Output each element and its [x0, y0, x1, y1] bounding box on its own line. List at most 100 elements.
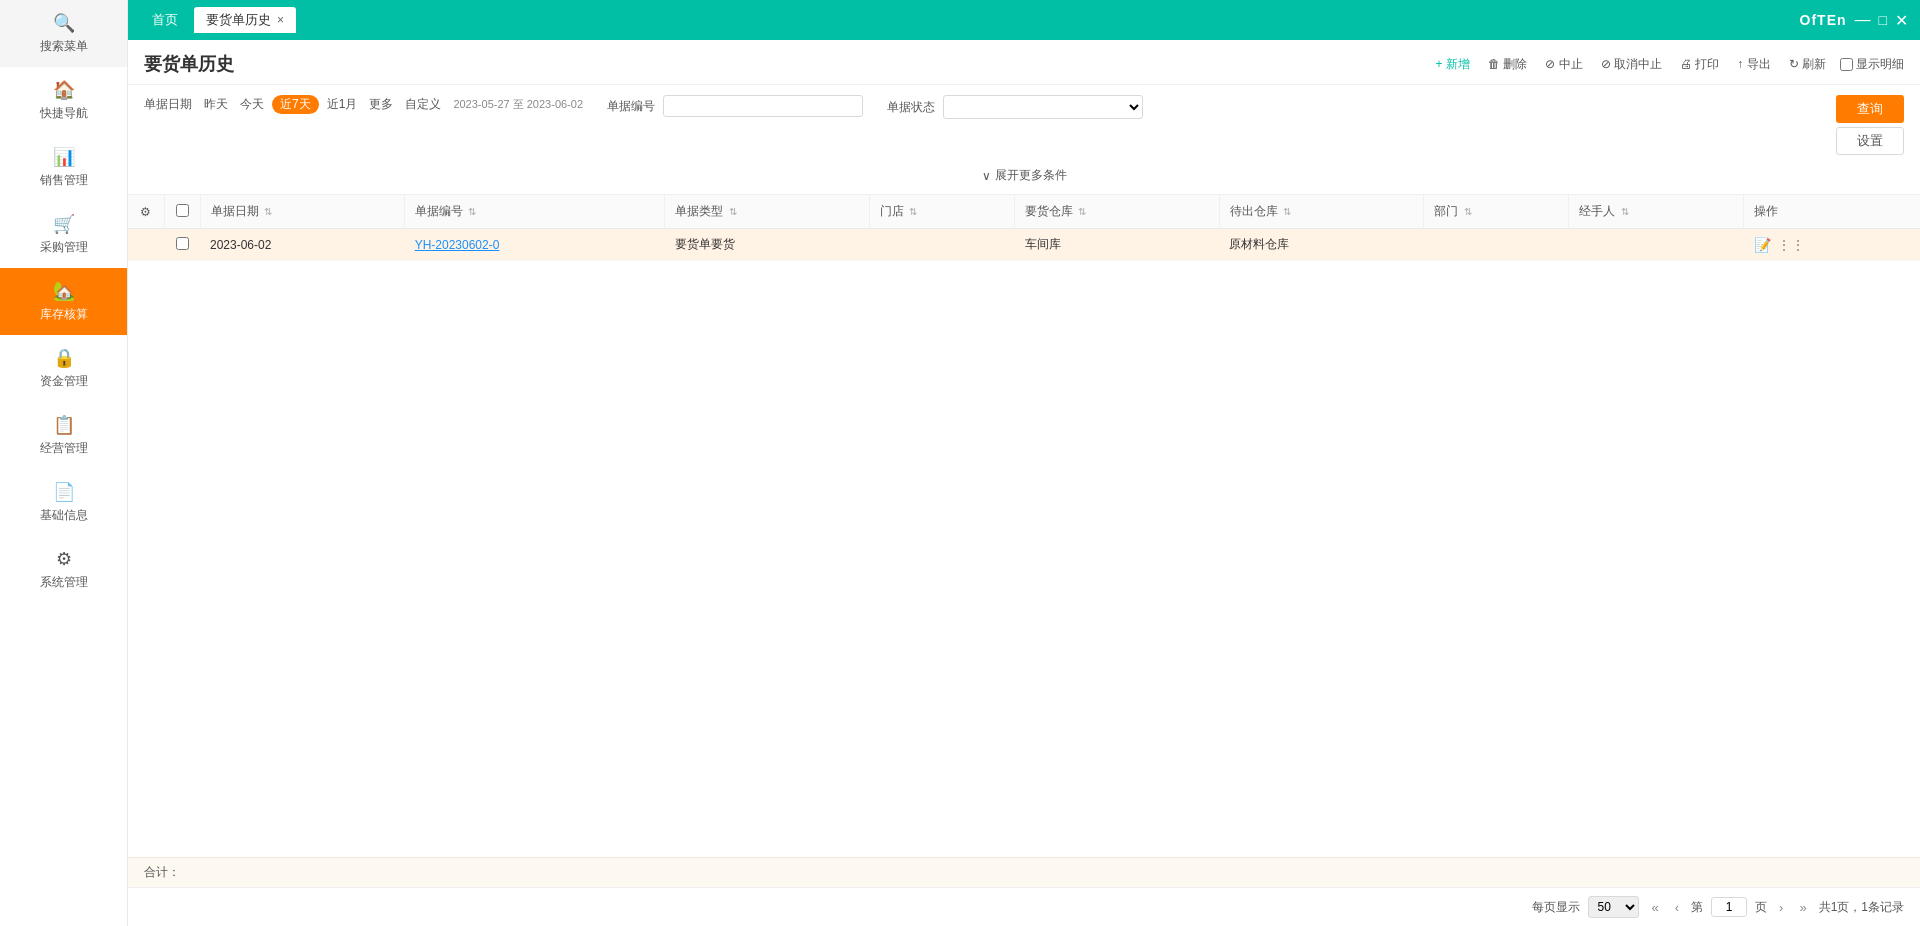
- next-page-button[interactable]: ›: [1775, 899, 1787, 916]
- doc-status-filter-group: 单据状态: [887, 95, 1143, 119]
- export-button[interactable]: ↑ 导出: [1733, 54, 1774, 75]
- row-date-cell: 2023-06-02: [200, 229, 405, 261]
- sidebar-item-sales[interactable]: 📊 销售管理: [0, 134, 127, 201]
- summary-label: 合计：: [144, 865, 180, 879]
- date-option-today[interactable]: 今天: [236, 95, 268, 114]
- sidebar: 🔍 搜索菜单 🏠 快捷导航 📊 销售管理 🛒 采购管理 🏡 库存核算 🔒 资金管…: [0, 0, 128, 926]
- sidebar-item-inventory[interactable]: 🏡 库存核算: [0, 268, 127, 335]
- row-department-cell: [1424, 229, 1569, 261]
- row-store-cell: [870, 229, 1015, 261]
- refresh-button[interactable]: ↻ 刷新: [1785, 54, 1830, 75]
- table-area: ⚙ 单据日期 ⇅ 单据编号 ⇅ 单据类型 ⇅: [128, 195, 1920, 857]
- col-settings-header[interactable]: ⚙: [128, 195, 164, 229]
- col-store-header[interactable]: 门店 ⇅: [870, 195, 1015, 229]
- last-page-button[interactable]: »: [1795, 899, 1810, 916]
- first-page-button[interactable]: «: [1647, 899, 1662, 916]
- display-detail-input[interactable]: [1840, 58, 1853, 71]
- doc-number-input[interactable]: [663, 95, 863, 117]
- table-body: 2023-06-02 YH-20230602-0 要货单要货 车间库 原材料仓库…: [128, 229, 1920, 261]
- col-docnum-header[interactable]: 单据编号 ⇅: [405, 195, 665, 229]
- sidebar-item-system[interactable]: ⚙ 系统管理: [0, 536, 127, 603]
- stop-button[interactable]: ⊘ 中止: [1541, 54, 1586, 75]
- row-checkbox[interactable]: [176, 237, 189, 250]
- sales-icon: 📊: [53, 146, 75, 168]
- page-number-input[interactable]: [1711, 897, 1747, 917]
- sidebar-item-label: 销售管理: [40, 172, 88, 189]
- col-req-warehouse-header[interactable]: 要货仓库 ⇅: [1015, 195, 1220, 229]
- window-close-icon[interactable]: ✕: [1895, 11, 1908, 30]
- sidebar-item-purchase[interactable]: 🛒 采购管理: [0, 201, 127, 268]
- sidebar-item-label: 资金管理: [40, 373, 88, 390]
- tab-close-icon[interactable]: ×: [277, 13, 284, 27]
- sidebar-item-quick-nav[interactable]: 🏠 快捷导航: [0, 67, 127, 134]
- cancel-stop-button[interactable]: ⊘ 取消中止: [1597, 54, 1666, 75]
- sidebar-item-label: 快捷导航: [40, 105, 88, 122]
- finance-icon: 🔒: [53, 347, 75, 369]
- sidebar-item-search-menu[interactable]: 🔍 搜索菜单: [0, 0, 127, 67]
- row-more-icon[interactable]: ⋮⋮: [1777, 237, 1805, 253]
- col-department-header[interactable]: 部门 ⇅: [1424, 195, 1569, 229]
- topbar-logo: OfTEn: [1800, 12, 1847, 28]
- col-doctype-header[interactable]: 单据类型 ⇅: [665, 195, 870, 229]
- print-button[interactable]: 🖨 打印: [1676, 54, 1723, 75]
- sidebar-item-label: 搜索菜单: [40, 38, 88, 55]
- sidebar-item-label: 基础信息: [40, 507, 88, 524]
- sidebar-item-basic-info[interactable]: 📄 基础信息: [0, 469, 127, 536]
- row-operation-cell: 📝 ⋮⋮: [1744, 229, 1920, 261]
- topbar: 首页 要货单历史 × OfTEn — □ ✕: [128, 0, 1920, 40]
- tab-home[interactable]: 首页: [140, 7, 190, 33]
- display-detail-checkbox[interactable]: 显示明细: [1840, 56, 1904, 73]
- tab-active[interactable]: 要货单历史 ×: [194, 7, 296, 33]
- per-page-select[interactable]: 50 10 20 100: [1588, 896, 1639, 918]
- filter-actions: 查询 设置: [1836, 95, 1904, 155]
- date-option-custom[interactable]: 自定义: [401, 95, 445, 114]
- col-date-header[interactable]: 单据日期 ⇅: [200, 195, 405, 229]
- tab-home-label: 首页: [152, 11, 178, 29]
- col-operation-header: 操作: [1744, 195, 1920, 229]
- date-option-1month[interactable]: 近1月: [323, 95, 362, 114]
- tab-active-label: 要货单历史: [206, 11, 271, 29]
- sort-pending-warehouse-icon: ⇅: [1283, 206, 1291, 217]
- delete-button[interactable]: 🗑 删除: [1484, 54, 1531, 75]
- sort-docnum-icon: ⇅: [468, 206, 476, 217]
- sidebar-item-finance[interactable]: 🔒 资金管理: [0, 335, 127, 402]
- pagination-bar: 每页显示 50 10 20 100 « ‹ 第 页 › » 共1页，1条记录: [128, 887, 1920, 926]
- window-max-icon[interactable]: □: [1879, 12, 1887, 28]
- date-options: 昨天 今天 近7天 近1月 更多 自定义: [200, 95, 445, 114]
- col-pending-warehouse-header[interactable]: 待出仓库 ⇅: [1219, 195, 1424, 229]
- new-button[interactable]: + 新增: [1432, 54, 1474, 75]
- system-icon: ⚙: [56, 548, 72, 570]
- date-range-display: 2023-05-27 至 2023-06-02: [453, 97, 583, 112]
- row-edit-icon[interactable]: 📝: [1754, 237, 1771, 253]
- search-menu-icon: 🔍: [53, 12, 75, 34]
- sort-handler-icon: ⇅: [1621, 206, 1629, 217]
- sidebar-item-operation[interactable]: 📋 经营管理: [0, 402, 127, 469]
- basic-info-icon: 📄: [53, 481, 75, 503]
- expand-label: 展开更多条件: [995, 167, 1067, 184]
- sort-req-warehouse-icon: ⇅: [1078, 206, 1086, 217]
- row-docnum-cell: YH-20230602-0: [405, 229, 665, 261]
- page-suffix: 页: [1755, 899, 1767, 916]
- window-min-icon[interactable]: —: [1855, 11, 1871, 29]
- col-handler-header[interactable]: 经手人 ⇅: [1569, 195, 1744, 229]
- filter-area: 单据日期 昨天 今天 近7天 近1月 更多 自定义 2023-05-27 至 2…: [128, 85, 1920, 195]
- expand-conditions[interactable]: ∨ 展开更多条件: [982, 167, 1067, 184]
- chevron-down-icon: ∨: [982, 169, 991, 183]
- doc-status-select[interactable]: [943, 95, 1143, 119]
- page-header: 要货单历史 + 新增 🗑 删除 ⊘ 中止 ⊘ 取消中止 🖨 打印 ↑ 导出 ↻ …: [128, 40, 1920, 85]
- date-option-more[interactable]: 更多: [365, 95, 397, 114]
- sidebar-item-label: 库存核算: [40, 306, 88, 323]
- total-info: 共1页，1条记录: [1819, 899, 1904, 916]
- row-pending-warehouse-cell: 原材料仓库: [1219, 229, 1424, 261]
- date-option-yesterday[interactable]: 昨天: [200, 95, 232, 114]
- setting-button[interactable]: 设置: [1836, 127, 1904, 155]
- date-option-7days[interactable]: 近7天: [272, 95, 319, 114]
- row-settings-cell: [128, 229, 164, 261]
- page-title: 要货单历史: [144, 52, 234, 76]
- query-button[interactable]: 查询: [1836, 95, 1904, 123]
- prev-page-button[interactable]: ‹: [1671, 899, 1683, 916]
- sidebar-item-label: 系统管理: [40, 574, 88, 591]
- footer-summary: 合计：: [128, 857, 1920, 887]
- select-all-checkbox[interactable]: [176, 204, 189, 217]
- doc-number-link[interactable]: YH-20230602-0: [415, 238, 500, 252]
